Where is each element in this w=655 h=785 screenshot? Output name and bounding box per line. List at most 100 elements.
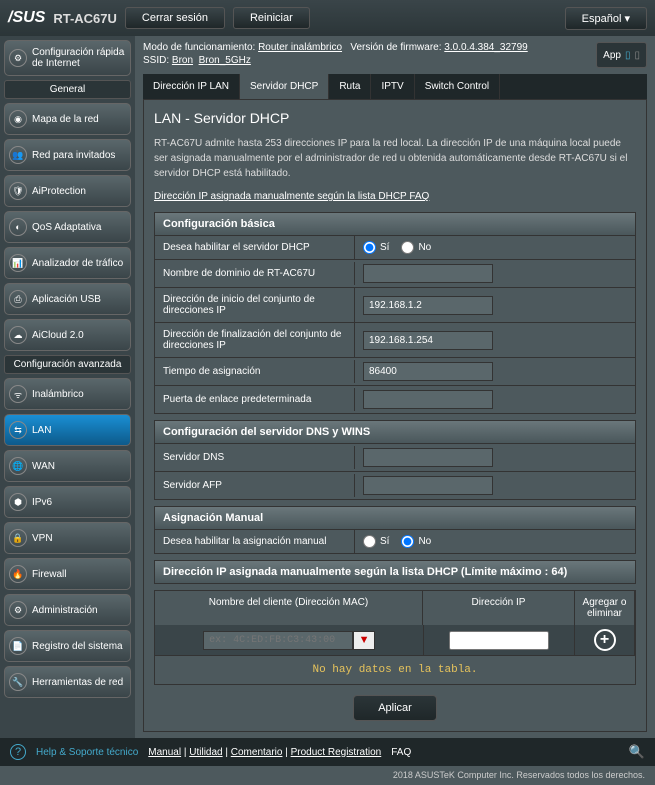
sidebar-item-network-map[interactable]: ◉Mapa de la red xyxy=(4,103,131,135)
footer-manual[interactable]: Manual xyxy=(148,747,181,758)
ssid1-link[interactable]: Bron xyxy=(172,55,193,66)
usb-icon: ⎙ xyxy=(9,290,27,308)
input-domain[interactable] xyxy=(363,264,493,283)
sidebar-item-wan[interactable]: 🌐WAN xyxy=(4,450,131,482)
sidebar-item-ipv6[interactable]: ⬢IPv6 xyxy=(4,486,131,518)
operation-mode-line: Modo de funcionamiento: Router inalámbri… xyxy=(143,42,528,53)
footer-utility[interactable]: Utilidad xyxy=(189,747,222,758)
chart-icon: 📊 xyxy=(9,254,27,272)
sidebar-item-vpn[interactable]: 🔒VPN xyxy=(4,522,131,554)
radio-enable-yes[interactable] xyxy=(363,241,376,254)
sidebar-item-usb[interactable]: ⎙Aplicación USB xyxy=(4,283,131,315)
sidebar-item-aiprotection[interactable]: 🛡AiProtection xyxy=(4,175,131,207)
top-bar: /SUS RT-AC67U Cerrar sesión Reiniciar Es… xyxy=(0,0,655,36)
input-ip-start[interactable] xyxy=(363,296,493,315)
tools-icon: 🔧 xyxy=(9,673,27,691)
globe-icon: ⚙ xyxy=(9,49,27,67)
label-manual-enable: Desea habilitar la asignación manual xyxy=(155,530,355,553)
help-label: Help & Soporte técnico xyxy=(36,747,138,758)
input-assign-ip[interactable] xyxy=(449,631,549,650)
sidebar-quick-setup[interactable]: ⚙ Configuración rápida de Internet xyxy=(4,40,131,76)
map-icon: ◉ xyxy=(9,110,27,128)
vpn-icon: 🔒 xyxy=(9,529,27,547)
app-badge[interactable]: App ▯▯ xyxy=(596,42,647,68)
section-table: Dirección IP asignada manualmente según … xyxy=(154,560,636,584)
sidebar-item-qos[interactable]: ◐QoS Adaptativa xyxy=(4,211,131,243)
tab-dhcp-server[interactable]: Servidor DHCP xyxy=(240,74,329,99)
section-basic: Configuración básica xyxy=(154,212,636,236)
lan-icon: ⇆ xyxy=(9,421,27,439)
section-dns: Configuración del servidor DNS y WINS xyxy=(154,420,636,444)
brand-logo: /SUS xyxy=(8,9,45,27)
footer-registration[interactable]: Product Registration xyxy=(291,747,382,758)
label-enable-dhcp: Desea habilitar el servidor DHCP xyxy=(155,236,355,259)
col-ip: Dirección IP xyxy=(423,591,575,625)
no-data-text: No hay datos en la tabla. xyxy=(155,655,635,684)
sidebar-item-wireless[interactable]: ᯤInalámbrico xyxy=(4,378,131,410)
ipv6-icon: ⬢ xyxy=(9,493,27,511)
faq-link[interactable]: Dirección IP asignada manualmente según … xyxy=(154,191,429,202)
apply-button[interactable]: Aplicar xyxy=(353,695,437,721)
col-mac: Nombre del cliente (Dirección MAC) xyxy=(155,591,423,625)
page-title: LAN - Servidor DHCP xyxy=(154,110,636,126)
firmware-link[interactable]: 3.0.0.4.384_32799 xyxy=(444,42,527,53)
input-mac[interactable] xyxy=(203,631,353,650)
shield-icon: 🛡 xyxy=(9,182,27,200)
ssid2-link[interactable]: Bron_5GHz xyxy=(199,55,251,66)
sidebar-item-syslog[interactable]: 📄Registro del sistema xyxy=(4,630,131,662)
label-ip-end: Dirección de finalización del conjunto d… xyxy=(155,323,355,357)
input-lease[interactable] xyxy=(363,362,493,381)
page-description: RT-AC67U admite hasta 253 direcciones IP… xyxy=(154,136,636,181)
label-gateway: Puerta de enlace predeterminada xyxy=(155,388,355,411)
sidebar-item-firewall[interactable]: 🔥Firewall xyxy=(4,558,131,590)
help-icon[interactable]: ? xyxy=(10,744,26,760)
gear-icon: ⚙ xyxy=(9,601,27,619)
mode-link[interactable]: Router inalámbrico xyxy=(258,42,342,53)
tab-switch-control[interactable]: Switch Control xyxy=(415,74,500,99)
guest-icon: 👥 xyxy=(9,146,27,164)
sidebar-item-traffic[interactable]: 📊Analizador de tráfico xyxy=(4,247,131,279)
label-dns: Servidor DNS xyxy=(155,446,355,469)
tab-bar: Dirección IP LAN Servidor DHCP Ruta IPTV… xyxy=(143,74,647,99)
footer-feedback[interactable]: Comentario xyxy=(231,747,283,758)
sidebar-item-tools[interactable]: 🔧Herramientas de red xyxy=(4,666,131,698)
sidebar: ⚙ Configuración rápida de Internet Gener… xyxy=(0,36,135,738)
content-area: Modo de funcionamiento: Router inalámbri… xyxy=(135,36,655,738)
ssid-line: SSID: Bron Bron_5GHz xyxy=(143,55,528,66)
cloud-icon: ☁ xyxy=(9,326,27,344)
input-ip-end[interactable] xyxy=(363,331,493,350)
logout-button[interactable]: Cerrar sesión xyxy=(125,7,225,29)
sidebar-advanced-header: Configuración avanzada xyxy=(4,355,131,374)
sidebar-item-admin[interactable]: ⚙Administración xyxy=(4,594,131,626)
radio-manual-no[interactable] xyxy=(401,535,414,548)
label-afp: Servidor AFP xyxy=(155,474,355,497)
search-icon[interactable]: 🔍 xyxy=(629,744,645,760)
label-domain: Nombre de dominio de RT-AC67U xyxy=(155,262,355,285)
input-dns[interactable] xyxy=(363,448,493,467)
dhcp-table: Nombre del cliente (Dirección MAC) Direc… xyxy=(154,590,636,685)
wan-icon: 🌐 xyxy=(9,457,27,475)
label-lease: Tiempo de asignación xyxy=(155,360,355,383)
tab-iptv[interactable]: IPTV xyxy=(371,74,414,99)
sidebar-item-aicloud[interactable]: ☁AiCloud 2.0 xyxy=(4,319,131,351)
sidebar-item-guest-network[interactable]: 👥Red para invitados xyxy=(4,139,131,171)
language-select[interactable]: Español ▾ xyxy=(565,7,647,30)
reboot-button[interactable]: Reiniciar xyxy=(233,7,310,29)
tab-lan-ip[interactable]: Dirección IP LAN xyxy=(143,74,240,99)
model-name: RT-AC67U xyxy=(53,11,117,26)
copyright: 2018 ASUSTeK Computer Inc. Reservados to… xyxy=(0,766,655,784)
input-gateway[interactable] xyxy=(363,390,493,409)
sidebar-general-header: General xyxy=(4,80,131,99)
section-manual: Asignación Manual xyxy=(154,506,636,530)
tab-route[interactable]: Ruta xyxy=(329,74,371,99)
label-ip-start: Dirección de inicio del conjunto de dire… xyxy=(155,288,355,322)
add-button[interactable]: + xyxy=(594,629,616,651)
footer-faq[interactable]: FAQ xyxy=(391,747,411,758)
radio-enable-no[interactable] xyxy=(401,241,414,254)
sidebar-item-lan[interactable]: ⇆LAN xyxy=(4,414,131,446)
wifi-icon: ᯤ xyxy=(9,385,27,403)
fire-icon: 🔥 xyxy=(9,565,27,583)
radio-manual-yes[interactable] xyxy=(363,535,376,548)
mac-dropdown[interactable]: ▼ xyxy=(353,631,375,650)
input-afp[interactable] xyxy=(363,476,493,495)
